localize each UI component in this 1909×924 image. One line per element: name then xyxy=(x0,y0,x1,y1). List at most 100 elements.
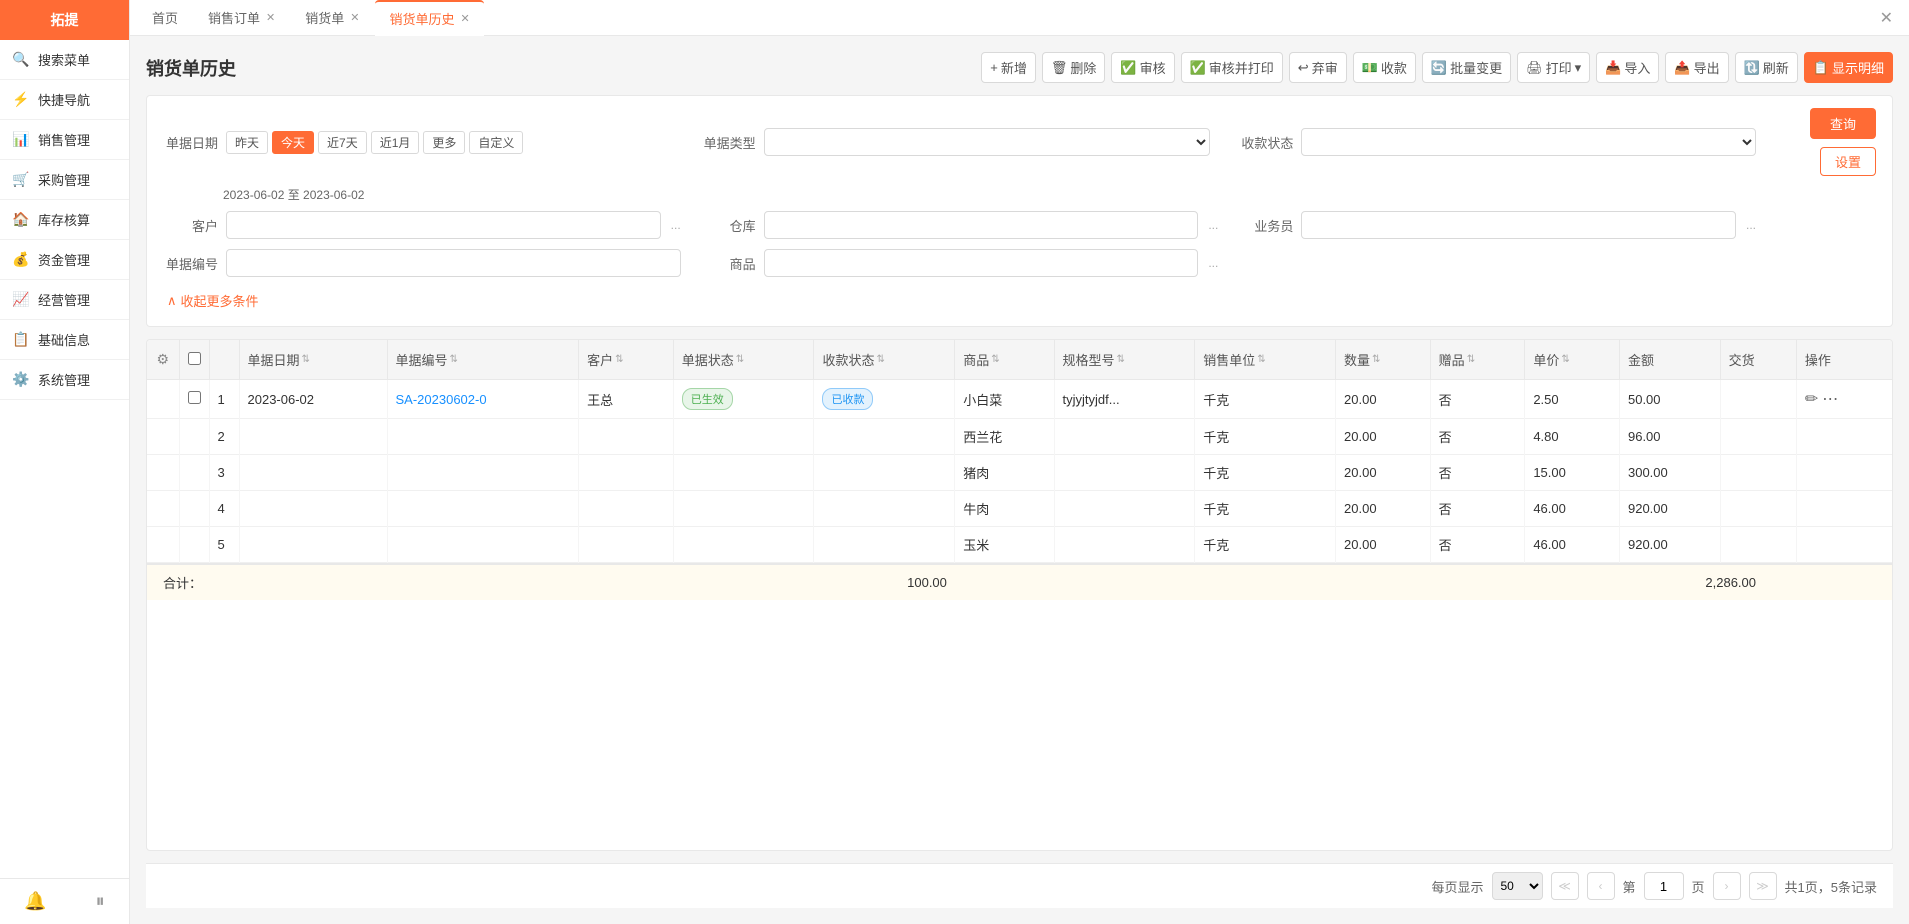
date-7days-btn[interactable]: 近7天 xyxy=(318,131,367,154)
th-unit[interactable]: 销售单位⇅ xyxy=(1195,340,1336,380)
filter-goods-input[interactable] xyxy=(764,249,1199,277)
prev-page-btn[interactable]: ‹ xyxy=(1587,872,1615,900)
td-doc-no xyxy=(387,419,579,455)
td-delivery xyxy=(1720,380,1796,419)
th-payment-status[interactable]: 收款状态⇅ xyxy=(814,340,955,380)
sidebar-item-inventory-calc[interactable]: 🏠 库存核算 xyxy=(0,200,129,240)
batch-change-button[interactable]: 🔄 批量变更 xyxy=(1422,52,1511,83)
sidebar-item-purchase-mgmt[interactable]: 🛒 采购管理 xyxy=(0,160,129,200)
td-gift: 否 xyxy=(1430,491,1525,527)
date-custom-btn[interactable]: 自定义 xyxy=(469,131,523,154)
filter-more-btn[interactable]: ∧ 收起更多条件 xyxy=(163,287,1876,314)
select-all-checkbox[interactable] xyxy=(188,352,201,365)
date-yesterday-btn[interactable]: 昨天 xyxy=(226,131,268,154)
print-label: 打印 xyxy=(1546,58,1572,77)
td-spec xyxy=(1054,527,1195,563)
sidebar-item-quick-nav[interactable]: ⚡ 快捷导航 xyxy=(0,80,129,120)
tab-sales-history[interactable]: 销货单历史 ✕ xyxy=(375,0,483,36)
sidebar-item-sys-mgmt[interactable]: ⚙️ 系统管理 xyxy=(0,360,129,400)
date-1month-btn[interactable]: 近1月 xyxy=(371,131,420,154)
filter-customer-suffix[interactable]: ... xyxy=(671,218,681,232)
tab-sales-goods[interactable]: 销货单 ✕ xyxy=(291,0,373,36)
td-customer xyxy=(579,455,674,491)
th-gear[interactable]: ⚙ xyxy=(147,340,179,380)
export-button[interactable]: 📤 导出 xyxy=(1665,52,1728,83)
refresh-button[interactable]: 🔃 刷新 xyxy=(1735,52,1798,83)
print-button[interactable]: 🖨 打印 ▾ xyxy=(1517,52,1590,83)
delete-button[interactable]: 🗑 删除 xyxy=(1042,52,1106,83)
tab-bar-close-btn[interactable]: ✕ xyxy=(1872,8,1901,28)
gear-icon[interactable]: ⚙ xyxy=(156,351,169,367)
filter-salesperson-input[interactable] xyxy=(1301,211,1736,239)
filter-doc-type-select[interactable] xyxy=(764,128,1211,156)
th-gift-label: 赠品 xyxy=(1439,350,1465,369)
filter-payment-status-select[interactable] xyxy=(1301,128,1756,156)
td-doc-status xyxy=(673,419,814,455)
doc-no-link[interactable]: SA-20230602-0 xyxy=(396,392,487,407)
tab-sales-order-close[interactable]: ✕ xyxy=(266,11,275,24)
th-goods[interactable]: 商品⇅ xyxy=(955,340,1054,380)
filter-customer-label: 客户 xyxy=(163,216,218,235)
td-gear xyxy=(147,455,179,491)
date-today-btn[interactable]: 今天 xyxy=(272,131,314,154)
show-detail-button[interactable]: 📋 显示明细 xyxy=(1804,52,1893,83)
th-gift[interactable]: 赠品⇅ xyxy=(1430,340,1525,380)
sidebar-item-fund-mgmt[interactable]: 💰 资金管理 xyxy=(0,240,129,280)
th-unit-price[interactable]: 单价⇅ xyxy=(1525,340,1620,380)
print-icon: 🖨 xyxy=(1526,60,1543,76)
audit-print-button[interactable]: ✅ 审核并打印 xyxy=(1181,52,1283,83)
td-rowno: 3 xyxy=(209,455,239,491)
td-checkbox xyxy=(179,491,209,527)
total-info: 共1页，5条记录 xyxy=(1785,877,1877,896)
export-label: 导出 xyxy=(1694,58,1720,77)
tab-sales-history-close[interactable]: ✕ xyxy=(461,12,470,25)
th-qty[interactable]: 数量⇅ xyxy=(1336,340,1431,380)
audit-button[interactable]: ✅ 审核 xyxy=(1111,52,1174,83)
th-doc-status[interactable]: 单据状态⇅ xyxy=(673,340,814,380)
sidebar-item-search-menu[interactable]: 🔍 搜索菜单 xyxy=(0,40,129,80)
td-doc-status xyxy=(673,527,814,563)
pause-btn[interactable]: ⏸ xyxy=(88,887,113,916)
filter-more-label: 收起更多条件 xyxy=(181,291,259,310)
last-page-btn[interactable]: ≫ xyxy=(1749,872,1777,900)
collect-button[interactable]: 💵 收款 xyxy=(1353,52,1416,83)
data-table: ⚙ 单据日期⇅ 单据编号⇅ 客户⇅ xyxy=(147,340,1892,563)
tab-sales-goods-close[interactable]: ✕ xyxy=(350,11,359,24)
filter-docno-input[interactable] xyxy=(226,249,681,277)
td-gift: 否 xyxy=(1430,419,1525,455)
settings-button[interactable]: 设置 xyxy=(1820,147,1876,176)
page-size-select[interactable]: 20 50 100 200 xyxy=(1492,872,1543,900)
notification-btn[interactable]: 🔔 xyxy=(16,887,54,916)
more-action-btn[interactable]: ⋯ xyxy=(1822,391,1838,408)
sidebar-item-ops-mgmt[interactable]: 📈 经营管理 xyxy=(0,280,129,320)
row-checkbox[interactable] xyxy=(188,391,201,404)
th-spec[interactable]: 规格型号⇅ xyxy=(1054,340,1195,380)
tab-home[interactable]: 首页 xyxy=(138,0,192,36)
filter-warehouse-suffix[interactable]: ... xyxy=(1208,218,1218,232)
next-page-btn[interactable]: › xyxy=(1713,872,1741,900)
td-qty: 20.00 xyxy=(1336,527,1431,563)
sidebar: 拓提 🔍 搜索菜单 ⚡ 快捷导航 📊 销售管理 🛒 采购管理 🏠 库存核算 💰 … xyxy=(0,0,130,924)
td-amount: 96.00 xyxy=(1619,419,1720,455)
abandon-button[interactable]: ↩ 弃审 xyxy=(1289,52,1347,83)
th-customer[interactable]: 客户⇅ xyxy=(579,340,674,380)
first-page-btn[interactable]: ≪ xyxy=(1551,872,1579,900)
delete-icon: 🗑 xyxy=(1051,60,1068,76)
sidebar-item-basic-info[interactable]: 📋 基础信息 xyxy=(0,320,129,360)
filter-customer-input[interactable] xyxy=(226,211,661,239)
sidebar-item-sales-mgmt[interactable]: 📊 销售管理 xyxy=(0,120,129,160)
filter-goods-suffix[interactable]: ... xyxy=(1208,256,1218,270)
query-button[interactable]: 查询 xyxy=(1810,108,1876,139)
tab-sales-order[interactable]: 销售订单 ✕ xyxy=(194,0,289,36)
td-unit: 千克 xyxy=(1195,380,1336,419)
th-doc-date[interactable]: 单据日期⇅ xyxy=(239,340,387,380)
new-button[interactable]: + 新增 xyxy=(981,52,1036,83)
page-input[interactable] xyxy=(1644,872,1684,900)
th-doc-no[interactable]: 单据编号⇅ xyxy=(387,340,579,380)
filter-salesperson-suffix[interactable]: ... xyxy=(1746,218,1756,232)
filter-warehouse-input[interactable] xyxy=(764,211,1199,239)
edit-action-btn[interactable]: ✏ xyxy=(1805,391,1818,408)
audit-label: 审核 xyxy=(1140,58,1166,77)
import-button[interactable]: 📥 导入 xyxy=(1596,52,1659,83)
date-more-btn[interactable]: 更多 xyxy=(423,131,465,154)
